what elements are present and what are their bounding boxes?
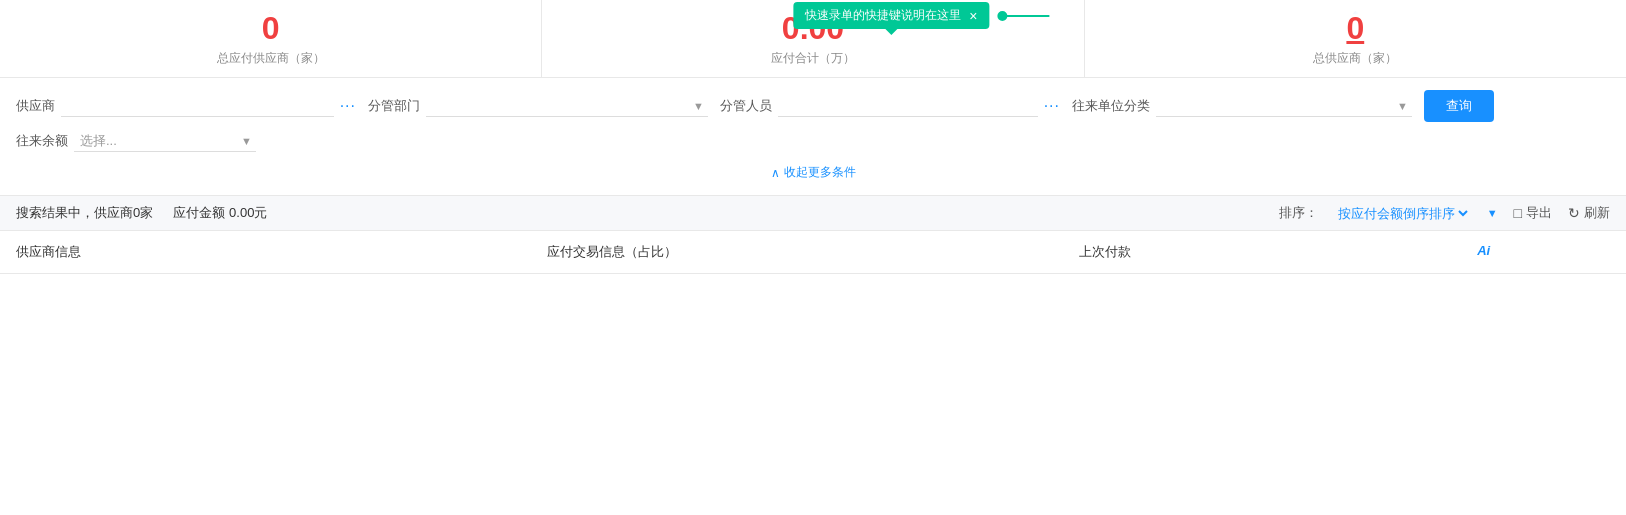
tooltip-close-btn[interactable]: × <box>969 9 977 23</box>
search-button[interactable]: 查询 <box>1424 90 1494 122</box>
table-body <box>0 274 1626 515</box>
unit-category-select-wrapper: ▼ <box>1156 95 1412 117</box>
export-icon: □ <box>1514 205 1522 221</box>
filter-row-1: 供应商 ··· 分管部门 ▼ 分管人员 ··· 往来单位分类 <box>16 90 1610 122</box>
filter-supplier: 供应商 ··· <box>16 95 356 117</box>
department-select[interactable] <box>426 95 708 117</box>
col-header-transaction: 应付交易信息（占比） <box>547 243 1078 261</box>
refresh-icon: ↻ <box>1568 205 1580 221</box>
collapse-label: 收起更多条件 <box>784 164 856 181</box>
svg-rect-7 <box>1353 13 1354 14</box>
filter-unit-category: 往来单位分类 ▼ <box>1072 95 1412 117</box>
refresh-button[interactable]: ↻ 刷新 <box>1568 204 1610 222</box>
results-amount-text: 应付金额 0.00元 <box>173 205 267 220</box>
table-header: 供应商信息 应付交易信息（占比） 上次付款 Ai <box>0 231 1626 274</box>
filter-person: 分管人员 ··· <box>720 95 1060 117</box>
diamond-icon <box>247 10 295 15</box>
tooltip-text: 快速录单的快捷键说明在这里 <box>805 7 961 24</box>
balance-select[interactable]: 选择... <box>74 130 256 152</box>
person-dots-btn[interactable]: ··· <box>1044 97 1060 115</box>
stat-payable-total: 0.00 应付合计（万） 快速录单的快捷键说明在这里 × <box>542 0 1084 77</box>
filter-balance: 往来余额 选择... ▼ <box>16 130 256 152</box>
filter-department: 分管部门 ▼ <box>368 95 708 117</box>
supplier-dots-btn[interactable]: ··· <box>340 97 356 115</box>
table-section: 供应商信息 应付交易信息（占比） 上次付款 Ai <box>0 231 1626 515</box>
collapse-bar: ∧ 收起更多条件 <box>16 160 1610 189</box>
col-header-ai: Ai <box>1477 243 1610 261</box>
svg-rect-8 <box>1355 12 1356 14</box>
supplier-input[interactable] <box>61 95 334 117</box>
person-input[interactable] <box>778 95 1038 117</box>
stats-bar: 0 总应付供应商（家） 0.00 应付合计（万） 快速录单的快捷键说明在这里 × <box>0 0 1626 78</box>
svg-rect-9 <box>1356 11 1357 14</box>
tooltip-dot <box>998 11 1008 21</box>
department-select-wrapper: ▼ <box>426 95 708 117</box>
total-suppliers-number: 0 <box>1346 11 1364 46</box>
total-suppliers-label: 总供应商（家） <box>1313 50 1397 67</box>
results-info-text: 搜索结果中，供应商0家 <box>16 205 153 220</box>
col-header-lastpay: 上次付款 <box>1079 243 1478 261</box>
collapse-up-icon: ∧ <box>771 166 780 180</box>
export-button[interactable]: □ 导出 <box>1514 204 1552 222</box>
results-separator <box>157 205 170 220</box>
payable-total-label: 应付合计（万） <box>771 50 855 67</box>
results-actions: 排序： 按应付会额倒序排序 ▼ □ 导出 ↻ 刷新 <box>1279 204 1610 222</box>
chart-icon <box>1331 10 1379 15</box>
svg-rect-10 <box>1357 12 1358 14</box>
supplier-label: 供应商 <box>16 97 55 115</box>
col-header-supplier: 供应商信息 <box>16 243 547 261</box>
tooltip-bubble: 快速录单的快捷键说明在这里 × <box>793 2 989 29</box>
payable-suppliers-number: 0 <box>262 11 280 46</box>
sort-chevron-icon: ▼ <box>1487 207 1498 219</box>
payable-suppliers-label: 总应付供应商（家） <box>217 50 325 67</box>
balance-label: 往来余额 <box>16 132 68 150</box>
export-label: 导出 <box>1526 204 1552 222</box>
refresh-label: 刷新 <box>1584 204 1610 222</box>
unit-category-select[interactable] <box>1156 95 1412 117</box>
collapse-button[interactable]: ∧ 收起更多条件 <box>771 164 856 181</box>
department-label: 分管部门 <box>368 97 420 115</box>
filter-section: 供应商 ··· 分管部门 ▼ 分管人员 ··· 往来单位分类 <box>0 78 1626 196</box>
balance-select-wrapper: 选择... ▼ <box>74 130 256 152</box>
sort-select[interactable]: 按应付会额倒序排序 <box>1334 205 1471 222</box>
filter-row-2: 往来余额 选择... ▼ <box>16 130 1610 152</box>
unit-category-label: 往来单位分类 <box>1072 97 1150 115</box>
results-summary: 搜索结果中，供应商0家 应付金额 0.00元 <box>16 204 267 222</box>
stat-payable-suppliers: 0 总应付供应商（家） <box>0 0 542 77</box>
sort-label: 排序： <box>1279 204 1318 222</box>
results-bar: 搜索结果中，供应商0家 应付金额 0.00元 排序： 按应付会额倒序排序 ▼ □… <box>0 196 1626 231</box>
stat-total-suppliers: 0 总供应商（家） <box>1085 0 1626 77</box>
person-label: 分管人员 <box>720 97 772 115</box>
